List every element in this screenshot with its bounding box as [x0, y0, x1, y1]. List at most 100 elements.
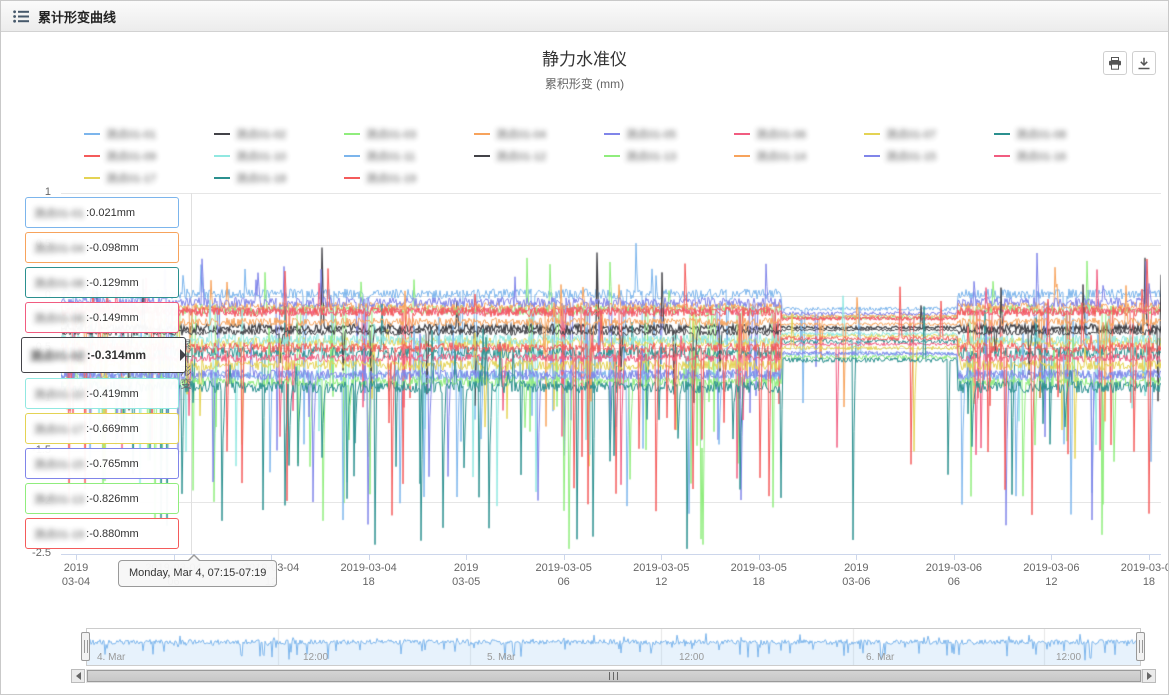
legend-line-swatch: [84, 155, 100, 157]
tooltip-point-box: 测点01-15:-0.765mm: [25, 448, 179, 479]
x-axis-label: 2019-03-0418: [324, 561, 414, 589]
legend-item[interactable]: 测点01-14: [734, 145, 864, 167]
scrollbar-thumb[interactable]: [87, 670, 1141, 682]
legend-item[interactable]: 测点01-07: [864, 123, 994, 145]
x-axis-tick: [954, 554, 955, 560]
legend-label: 测点01-03: [366, 126, 416, 142]
x-axis-tick: [76, 554, 77, 560]
legend-item[interactable]: 测点01-09: [84, 145, 214, 167]
x-axis-label: 2019-03-0506: [519, 561, 609, 589]
legend-line-swatch: [84, 177, 100, 179]
tooltip-point-box: 测点01-02:-0.314mm: [21, 337, 186, 373]
chart-title: 静力水准仪: [1, 45, 1168, 70]
tooltip-value: :-0.149mm: [86, 312, 139, 324]
left-arrow-icon: [76, 672, 81, 680]
tooltip-value: :-0.419mm: [86, 388, 139, 400]
legend-item[interactable]: 测点01-13: [604, 145, 734, 167]
scrollbar-left-button[interactable]: [71, 669, 85, 683]
tooltip-value: :-0.129mm: [86, 277, 139, 289]
navigator[interactable]: 4. Mar12:005. Mar12:006. Mar12:00: [86, 628, 1141, 666]
legend-label: 测点01-02: [236, 126, 286, 142]
app-header: 累计形变曲线: [1, 1, 1168, 32]
tooltip-series-label: 测点01-13: [34, 491, 84, 507]
legend-line-swatch: [864, 133, 880, 135]
tooltip-header: Monday, Mar 4, 07:15-07:19: [129, 567, 266, 579]
legend-label: 测点01-05: [626, 126, 676, 142]
tooltip-series-label: 测点01-04: [34, 240, 84, 256]
legend-label: 测点01-18: [236, 170, 286, 186]
tooltip-point-box: 测点01-08:-0.129mm: [25, 267, 179, 298]
tooltip-series-label: 测点01-10: [34, 386, 84, 402]
legend-item[interactable]: 测点01-10: [214, 145, 344, 167]
legend-item[interactable]: 测点01-05: [604, 123, 734, 145]
legend-item[interactable]: 测点01-18: [214, 167, 344, 189]
legend-line-swatch: [604, 155, 620, 157]
legend-line-swatch: [864, 155, 880, 157]
navigator-axis-label: 12:00: [1056, 652, 1081, 663]
tooltip-series-label: 测点01-17: [34, 421, 84, 437]
legend-line-swatch: [474, 133, 490, 135]
x-axis-label: 2019-03-0606: [909, 561, 999, 589]
x-axis-tick: [759, 554, 760, 560]
legend-label: 测点01-04: [496, 126, 546, 142]
x-axis-label: 2019-03-0512: [616, 561, 706, 589]
tooltip-point-box: 测点01-01:0.021mm: [25, 197, 179, 228]
x-axis-tick: [661, 554, 662, 560]
scrollbar-right-button[interactable]: [1142, 669, 1156, 683]
legend-line-swatch: [734, 155, 750, 157]
download-button[interactable]: [1132, 51, 1156, 75]
x-axis-label: 2019-03-0612: [1006, 561, 1096, 589]
x-axis-label: 201903-06: [811, 561, 901, 589]
shared-tooltip: Monday, Mar 4, 07:15-07:19: [118, 560, 277, 587]
navigator-axis-label: 12:00: [679, 652, 704, 663]
legend-line-swatch: [344, 133, 360, 135]
tooltip-value: :-0.314mm: [87, 348, 146, 362]
x-axis-tick: [466, 554, 467, 560]
navigator-axis-label: 6. Mar: [866, 652, 894, 663]
download-icon: [1137, 57, 1151, 70]
legend-label: 测点01-12: [496, 148, 546, 164]
navigator-left-handle[interactable]: [81, 632, 90, 661]
legend-label: 测点01-14: [756, 148, 806, 164]
legend-item[interactable]: 测点01-01: [84, 123, 214, 145]
print-button[interactable]: [1103, 51, 1127, 75]
tooltip-value: :-0.098mm: [86, 242, 139, 254]
navigator-right-handle[interactable]: [1136, 632, 1145, 661]
tooltip-series-label: 测点01-06: [34, 310, 84, 326]
legend-item[interactable]: 测点01-17: [84, 167, 214, 189]
navigator-axis-label: 4. Mar: [97, 652, 125, 663]
x-axis-tick: [856, 554, 857, 560]
legend-item[interactable]: 测点01-03: [344, 123, 474, 145]
scrollbar-track[interactable]: [86, 669, 1142, 683]
tooltip-value: :-0.880mm: [86, 528, 139, 540]
legend-label: 测点01-09: [106, 148, 156, 164]
main-chart-plot[interactable]: [61, 193, 1161, 554]
tooltip-value: :-0.669mm: [86, 423, 139, 435]
legend-line-swatch: [344, 155, 360, 157]
x-axis-label: 2019-03-0618: [1104, 561, 1169, 589]
legend-item[interactable]: 测点01-12: [474, 145, 604, 167]
legend-label: 测点01-06: [756, 126, 806, 142]
legend-item[interactable]: 测点01-15: [864, 145, 994, 167]
legend-label: 测点01-07: [886, 126, 936, 142]
chart-subtitle: 累积形变 (mm): [1, 75, 1168, 92]
tooltip-value: :-0.826mm: [86, 493, 139, 505]
scrollbar-grip-icon: [609, 672, 619, 680]
legend-item[interactable]: 测点01-04: [474, 123, 604, 145]
legend-item[interactable]: 测点01-11: [344, 145, 474, 167]
x-axis-label: 201903-04: [31, 561, 121, 589]
x-axis-label: 2019-03-0518: [714, 561, 804, 589]
legend-line-swatch: [994, 133, 1010, 135]
tooltip-value: :0.021mm: [86, 207, 135, 219]
legend-item[interactable]: 测点01-06: [734, 123, 864, 145]
legend-item[interactable]: 测点01-16: [994, 145, 1124, 167]
tooltip-point-box: 测点01-04:-0.098mm: [25, 232, 179, 263]
legend-label: 测点01-11: [366, 148, 415, 164]
legend-item[interactable]: 测点01-19: [344, 167, 474, 189]
legend: 测点01-01 测点01-02 测点01-03 测点01-04 测点01-05 测点01-…: [84, 123, 1129, 189]
legend-label: 测点01-19: [366, 170, 416, 186]
tooltip-series-label: 测点01-02: [30, 347, 85, 364]
legend-item[interactable]: 测点01-08: [994, 123, 1124, 145]
legend-item[interactable]: 测点01-02: [214, 123, 344, 145]
x-axis-tick: [564, 554, 565, 560]
